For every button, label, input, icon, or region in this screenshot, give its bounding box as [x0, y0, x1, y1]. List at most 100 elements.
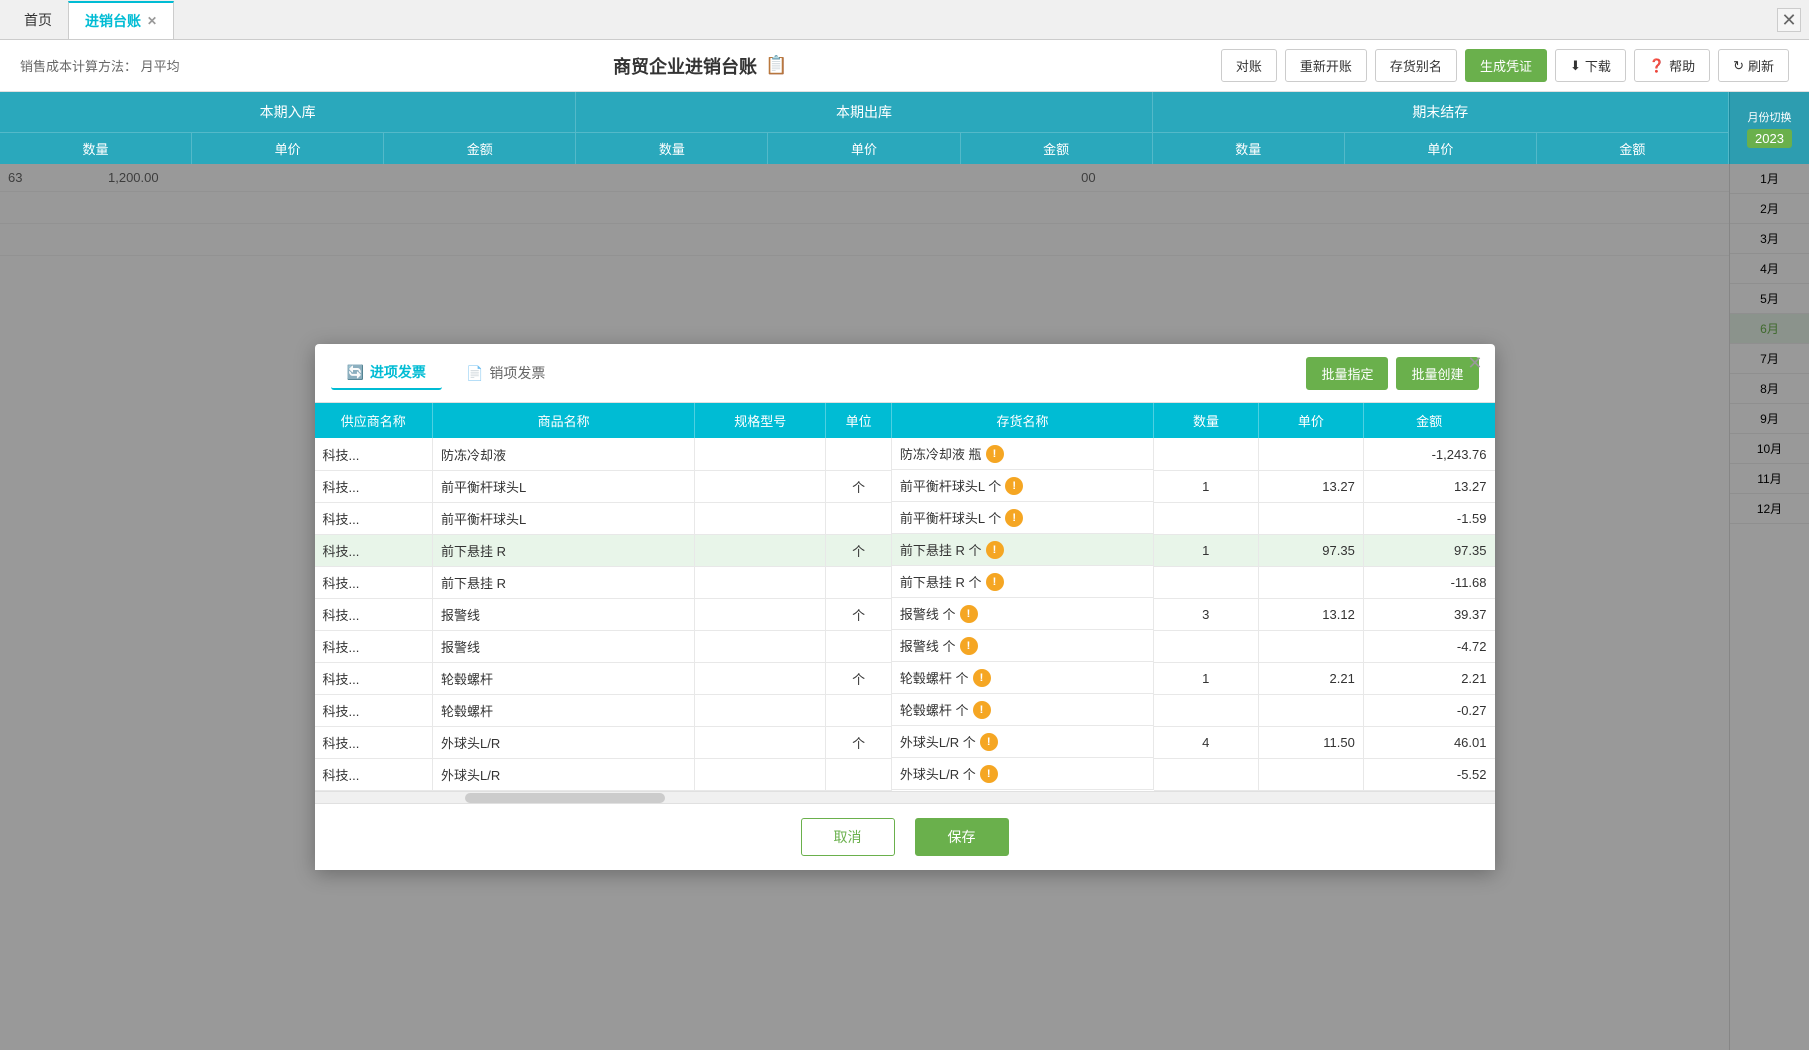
modal-table[interactable]: 供应商名称 商品名称 规格型号 单位 存货名称 数量 单价 金额 科技: [315, 403, 1495, 791]
table-row[interactable]: 科技...报警线个报警线 个!313.1239.37: [315, 598, 1495, 630]
table-row[interactable]: 科技...前下悬挂 R前下悬挂 R 个!-11.68: [315, 566, 1495, 598]
save-alias-button[interactable]: 存货别名: [1375, 49, 1457, 82]
outbound-header: 本期出库: [576, 92, 1152, 132]
bg-top-header: 本期入库 本期出库 期末结存: [0, 92, 1729, 132]
closing-stock-header: 期末结存: [1153, 92, 1729, 132]
sales-tab-label: 销项发票: [489, 363, 545, 383]
modal-close-button[interactable]: ✕: [1467, 354, 1482, 372]
inventory-name: 前平衡杆球头L 个: [900, 508, 1001, 527]
inventory-name: 报警线 个: [900, 604, 956, 623]
modal-dialog: 🔄 进项发票 📄 销项发票 批量指定 批量创建 ✕: [315, 344, 1495, 870]
tab-ledger[interactable]: 进销台账 ✕: [68, 1, 174, 39]
table-row[interactable]: 科技...外球头L/R个外球头L/R 个!411.5046.01: [315, 726, 1495, 758]
table-row[interactable]: 科技...轮毂螺杆个轮毂螺杆 个!12.212.21: [315, 662, 1495, 694]
inbound-header: 本期入库: [0, 92, 576, 132]
table-row[interactable]: 科技...前平衡杆球头L个前平衡杆球头L 个!113.2713.27: [315, 470, 1495, 502]
cancel-button[interactable]: 取消: [801, 818, 895, 856]
inventory-name: 外球头L/R 个: [900, 764, 976, 783]
col-product: 商品名称: [433, 403, 695, 438]
purchase-tab-label: 进项发票: [370, 362, 426, 382]
page-title-text: 商贸企业进销台账: [613, 53, 757, 79]
unit-price-label-1: 单价: [192, 133, 384, 164]
amount-label-1: 金额: [384, 133, 576, 164]
inventory-name: 前下悬挂 R 个: [900, 540, 982, 559]
amount-label-3: 金额: [1537, 133, 1729, 164]
tab-home[interactable]: 首页: [8, 2, 68, 38]
inventory-name: 轮毂螺杆 个: [900, 668, 969, 687]
tab-home-label: 首页: [24, 10, 52, 30]
reconcile-button[interactable]: 对账: [1221, 49, 1277, 82]
bg-sub-header: 数量 单价 金额 数量 单价 金额 数量 单价 金额: [0, 132, 1729, 164]
title-doc-icon: 📋: [765, 55, 787, 76]
tab-bar: 首页 进销台账 ✕ ✕: [0, 0, 1809, 40]
purchase-tab-icon: 🔄: [347, 364, 364, 381]
toolbar-buttons: 对账 重新开账 存货别名 生成凭证 ⬇ 下载 ❓ 帮助 ↻ 刷新: [1221, 49, 1789, 82]
tab-ledger-label: 进销台账: [85, 11, 141, 31]
modal-header-buttons: 批量指定 批量创建: [1306, 357, 1478, 390]
save-button[interactable]: 保存: [915, 818, 1009, 856]
warning-icon: !: [986, 541, 1004, 559]
table-row[interactable]: 科技...报警线报警线 个!-4.72: [315, 630, 1495, 662]
cost-method: 销售成本计算方法： 月平均: [20, 56, 180, 75]
modal-overlay: 🔄 进项发票 📄 销项发票 批量指定 批量创建 ✕: [0, 164, 1809, 1050]
warning-icon: !: [980, 765, 998, 783]
cost-method-value: 月平均: [141, 59, 180, 74]
warning-icon: !: [986, 573, 1004, 591]
unit-price-label-2: 单价: [768, 133, 960, 164]
table-row[interactable]: 科技...防冻冷却液防冻冷却液 瓶!-1,243.76: [315, 438, 1495, 470]
table-row[interactable]: 科技...前平衡杆球头L前平衡杆球头L 个!-1.59: [315, 502, 1495, 534]
amount-label-2: 金额: [961, 133, 1153, 164]
warning-icon: !: [980, 733, 998, 751]
toolbar: 销售成本计算方法： 月平均 商贸企业进销台账 📋 对账 重新开账 存货别名 生成…: [0, 40, 1809, 92]
modal-tab-purchase[interactable]: 🔄 进项发票: [331, 356, 442, 390]
page-title: 商贸企业进销台账 📋: [180, 53, 1221, 79]
modal-hscrollbar-thumb: [465, 793, 665, 803]
generate-voucher-button[interactable]: 生成凭证: [1465, 49, 1547, 82]
warning-icon: !: [973, 701, 991, 719]
inventory-name: 外球头L/R 个: [900, 732, 976, 751]
col-unit: 单位: [826, 403, 892, 438]
warning-icon: !: [1005, 477, 1023, 495]
inventory-name: 轮毂螺杆 个: [900, 700, 969, 719]
sales-tab-icon: 📄: [466, 365, 483, 382]
refresh-icon: ↻: [1733, 58, 1744, 74]
window-close-button[interactable]: ✕: [1777, 8, 1801, 32]
inventory-name: 前平衡杆球头L 个: [900, 476, 1001, 495]
modal-tab-sales[interactable]: 📄 销项发票: [450, 357, 561, 389]
warning-icon: !: [1005, 509, 1023, 527]
batch-create-button[interactable]: 批量创建: [1396, 357, 1478, 390]
modal-hscrollbar[interactable]: [315, 791, 1495, 803]
col-amount: 金额: [1363, 403, 1494, 438]
help-icon: ❓: [1649, 58, 1665, 74]
qty-label-3: 数量: [1153, 133, 1345, 164]
side-panel-label: 月份切换: [1748, 109, 1792, 125]
download-button[interactable]: ⬇ 下载: [1555, 49, 1626, 82]
qty-label-2: 数量: [576, 133, 768, 164]
refresh-button[interactable]: ↻ 刷新: [1718, 49, 1789, 82]
modal-header: 🔄 进项发票 📄 销项发票 批量指定 批量创建 ✕: [315, 344, 1495, 403]
inventory-name: 防冻冷却液 瓶: [900, 444, 982, 463]
unit-price-label-3: 单价: [1345, 133, 1537, 164]
warning-icon: !: [973, 669, 991, 687]
warning-icon: !: [960, 605, 978, 623]
year-badge: 2023: [1747, 129, 1792, 148]
qty-label-1: 数量: [0, 133, 192, 164]
help-button[interactable]: ❓ 帮助: [1634, 49, 1710, 82]
main-area: 销售成本计算方法： 月平均 商贸企业进销台账 📋 对账 重新开账 存货别名 生成…: [0, 40, 1809, 1050]
table-row[interactable]: 科技...外球头L/R外球头L/R 个!-5.52: [315, 758, 1495, 790]
table-row[interactable]: 科技...前下悬挂 R个前下悬挂 R 个!197.3597.35: [315, 534, 1495, 566]
batch-assign-button[interactable]: 批量指定: [1306, 357, 1388, 390]
col-inventory: 存货名称: [891, 403, 1153, 438]
download-icon: ⬇: [1570, 58, 1581, 74]
col-quantity: 数量: [1154, 403, 1259, 438]
col-unit-price: 单价: [1258, 403, 1363, 438]
cost-method-label: 销售成本计算方法：: [20, 59, 137, 74]
tab-ledger-close[interactable]: ✕: [147, 14, 157, 28]
warning-icon: !: [986, 445, 1004, 463]
table-row[interactable]: 科技...轮毂螺杆轮毂螺杆 个!-0.27: [315, 694, 1495, 726]
reopen-button[interactable]: 重新开账: [1285, 49, 1367, 82]
inventory-name: 报警线 个: [900, 636, 956, 655]
inventory-name: 前下悬挂 R 个: [900, 572, 982, 591]
modal-footer: 取消 保存: [315, 803, 1495, 870]
warning-icon: !: [960, 637, 978, 655]
